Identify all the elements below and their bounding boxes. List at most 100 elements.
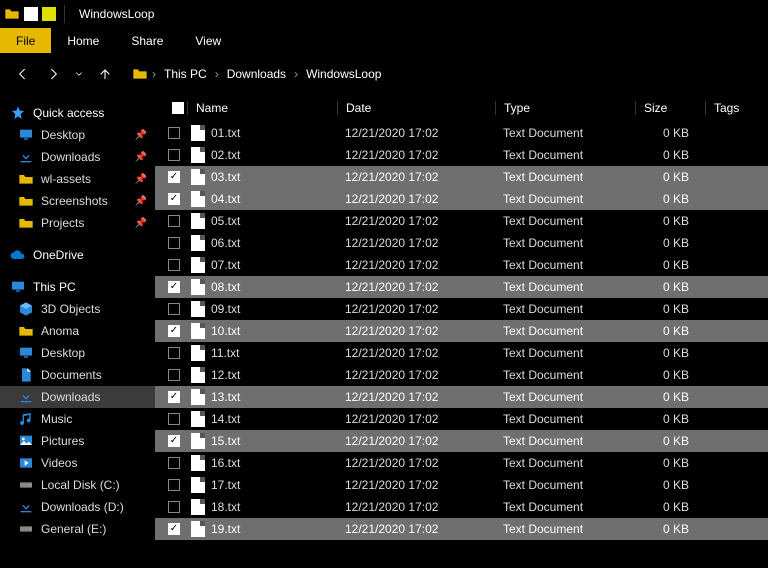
item-icon bbox=[18, 477, 34, 493]
row-checkbox[interactable] bbox=[161, 303, 187, 315]
row-checkbox[interactable]: ✓ bbox=[161, 391, 187, 403]
table-row[interactable]: ✓08.txt12/21/2020 17:02Text Document0 KB bbox=[155, 276, 768, 298]
row-checkbox[interactable]: ✓ bbox=[161, 193, 187, 205]
row-checkbox[interactable] bbox=[161, 479, 187, 491]
folder-icon bbox=[18, 171, 34, 187]
row-checkbox[interactable] bbox=[161, 347, 187, 359]
item-icon bbox=[18, 345, 34, 361]
table-row[interactable]: 11.txt12/21/2020 17:02Text Document0 KB bbox=[155, 342, 768, 364]
row-checkbox[interactable] bbox=[161, 259, 187, 271]
sidebar-item[interactable]: Downloads (D:) bbox=[0, 496, 155, 518]
forward-button[interactable] bbox=[42, 63, 64, 85]
row-checkbox[interactable]: ✓ bbox=[161, 281, 187, 293]
table-row[interactable]: 18.txt12/21/2020 17:02Text Document0 KB bbox=[155, 496, 768, 518]
row-checkbox[interactable] bbox=[161, 127, 187, 139]
file-type: Text Document bbox=[495, 456, 635, 470]
sidebar-item[interactable]: Desktop bbox=[0, 342, 155, 364]
sidebar-item[interactable]: Pictures bbox=[0, 430, 155, 452]
table-row[interactable]: 01.txt12/21/2020 17:02Text Document0 KB bbox=[155, 122, 768, 144]
sidebar-item[interactable]: Projects📌 bbox=[0, 212, 155, 234]
table-row[interactable]: 09.txt12/21/2020 17:02Text Document0 KB bbox=[155, 298, 768, 320]
row-checkbox[interactable] bbox=[161, 369, 187, 381]
pin-icon: 📌 bbox=[135, 196, 147, 207]
sidebar-item[interactable]: Local Disk (C:) bbox=[0, 474, 155, 496]
row-checkbox[interactable]: ✓ bbox=[161, 325, 187, 337]
file-icon bbox=[191, 521, 205, 537]
sidebar-item[interactable]: General (E:) bbox=[0, 518, 155, 540]
file-date: 12/21/2020 17:02 bbox=[337, 214, 495, 228]
row-checkbox[interactable]: ✓ bbox=[161, 523, 187, 535]
file-icon bbox=[191, 125, 205, 141]
file-type: Text Document bbox=[495, 390, 635, 404]
qat-box-1[interactable] bbox=[24, 7, 38, 21]
sidebar-item[interactable]: Anoma bbox=[0, 320, 155, 342]
titlebar: WindowsLoop bbox=[0, 0, 768, 28]
file-type: Text Document bbox=[495, 214, 635, 228]
tab-home[interactable]: Home bbox=[51, 28, 115, 53]
breadcrumb-downloads[interactable]: Downloads bbox=[223, 65, 290, 83]
table-row[interactable]: 12.txt12/21/2020 17:02Text Document0 KB bbox=[155, 364, 768, 386]
row-checkbox[interactable]: ✓ bbox=[161, 171, 187, 183]
row-checkbox[interactable] bbox=[161, 149, 187, 161]
file-name: 02.txt bbox=[211, 148, 240, 162]
select-all-checkbox[interactable] bbox=[161, 102, 187, 114]
back-button[interactable] bbox=[12, 63, 34, 85]
table-row[interactable]: 07.txt12/21/2020 17:02Text Document0 KB bbox=[155, 254, 768, 276]
row-checkbox[interactable]: ✓ bbox=[161, 435, 187, 447]
sidebar-thispc[interactable]: This PC bbox=[0, 276, 155, 298]
recent-dropdown[interactable] bbox=[72, 63, 86, 85]
nav-toolbar: › This PC › Downloads › WindowsLoop bbox=[0, 54, 768, 94]
file-size: 0 KB bbox=[635, 148, 705, 162]
sidebar-quick-access[interactable]: Quick access bbox=[0, 102, 155, 124]
file-type: Text Document bbox=[495, 192, 635, 206]
up-button[interactable] bbox=[94, 63, 116, 85]
row-checkbox[interactable] bbox=[161, 215, 187, 227]
table-row[interactable]: ✓10.txt12/21/2020 17:02Text Document0 KB bbox=[155, 320, 768, 342]
sidebar-item[interactable]: Desktop📌 bbox=[0, 124, 155, 146]
sidebar-item[interactable]: 3D Objects bbox=[0, 298, 155, 320]
sidebar-item-label: Downloads bbox=[41, 390, 100, 404]
column-type[interactable]: Type bbox=[495, 101, 635, 115]
table-row[interactable]: 14.txt12/21/2020 17:02Text Document0 KB bbox=[155, 408, 768, 430]
column-name[interactable]: Name bbox=[187, 101, 337, 115]
sidebar-item[interactable]: Downloads bbox=[0, 386, 155, 408]
tab-file[interactable]: File bbox=[0, 28, 51, 53]
file-name: 03.txt bbox=[211, 170, 240, 184]
row-checkbox[interactable] bbox=[161, 413, 187, 425]
table-row[interactable]: 17.txt12/21/2020 17:02Text Document0 KB bbox=[155, 474, 768, 496]
table-row[interactable]: 05.txt12/21/2020 17:02Text Document0 KB bbox=[155, 210, 768, 232]
table-row[interactable]: ✓04.txt12/21/2020 17:02Text Document0 KB bbox=[155, 188, 768, 210]
folder-icon bbox=[18, 149, 34, 165]
table-row[interactable]: ✓13.txt12/21/2020 17:02Text Document0 KB bbox=[155, 386, 768, 408]
breadcrumb-current[interactable]: WindowsLoop bbox=[302, 65, 385, 83]
table-row[interactable]: ✓15.txt12/21/2020 17:02Text Document0 KB bbox=[155, 430, 768, 452]
window-title: WindowsLoop bbox=[79, 7, 154, 21]
row-checkbox[interactable] bbox=[161, 237, 187, 249]
row-checkbox[interactable] bbox=[161, 501, 187, 513]
sidebar-item[interactable]: wl-assets📌 bbox=[0, 168, 155, 190]
table-row[interactable]: 06.txt12/21/2020 17:02Text Document0 KB bbox=[155, 232, 768, 254]
table-row[interactable]: ✓03.txt12/21/2020 17:02Text Document0 KB bbox=[155, 166, 768, 188]
table-row[interactable]: ✓19.txt12/21/2020 17:02Text Document0 KB bbox=[155, 518, 768, 540]
qat-box-2[interactable] bbox=[42, 7, 56, 21]
table-row[interactable]: 16.txt12/21/2020 17:02Text Document0 KB bbox=[155, 452, 768, 474]
sidebar-item[interactable]: Videos bbox=[0, 452, 155, 474]
sidebar-item-label: Anoma bbox=[41, 324, 79, 338]
sidebar-item[interactable]: Music bbox=[0, 408, 155, 430]
tab-share[interactable]: Share bbox=[115, 28, 179, 53]
table-row[interactable]: 02.txt12/21/2020 17:02Text Document0 KB bbox=[155, 144, 768, 166]
column-tags[interactable]: Tags bbox=[705, 101, 765, 115]
sidebar-item[interactable]: Documents bbox=[0, 364, 155, 386]
sidebar-onedrive[interactable]: OneDrive bbox=[0, 244, 155, 266]
file-date: 12/21/2020 17:02 bbox=[337, 258, 495, 272]
row-checkbox[interactable] bbox=[161, 457, 187, 469]
sidebar-item[interactable]: Downloads📌 bbox=[0, 146, 155, 168]
breadcrumb-thispc[interactable]: This PC bbox=[160, 65, 211, 83]
tab-view[interactable]: View bbox=[179, 28, 237, 53]
cloud-icon bbox=[10, 247, 26, 263]
column-date[interactable]: Date bbox=[337, 101, 495, 115]
file-date: 12/21/2020 17:02 bbox=[337, 236, 495, 250]
column-size[interactable]: Size bbox=[635, 101, 705, 115]
star-icon bbox=[10, 105, 26, 121]
sidebar-item[interactable]: Screenshots📌 bbox=[0, 190, 155, 212]
